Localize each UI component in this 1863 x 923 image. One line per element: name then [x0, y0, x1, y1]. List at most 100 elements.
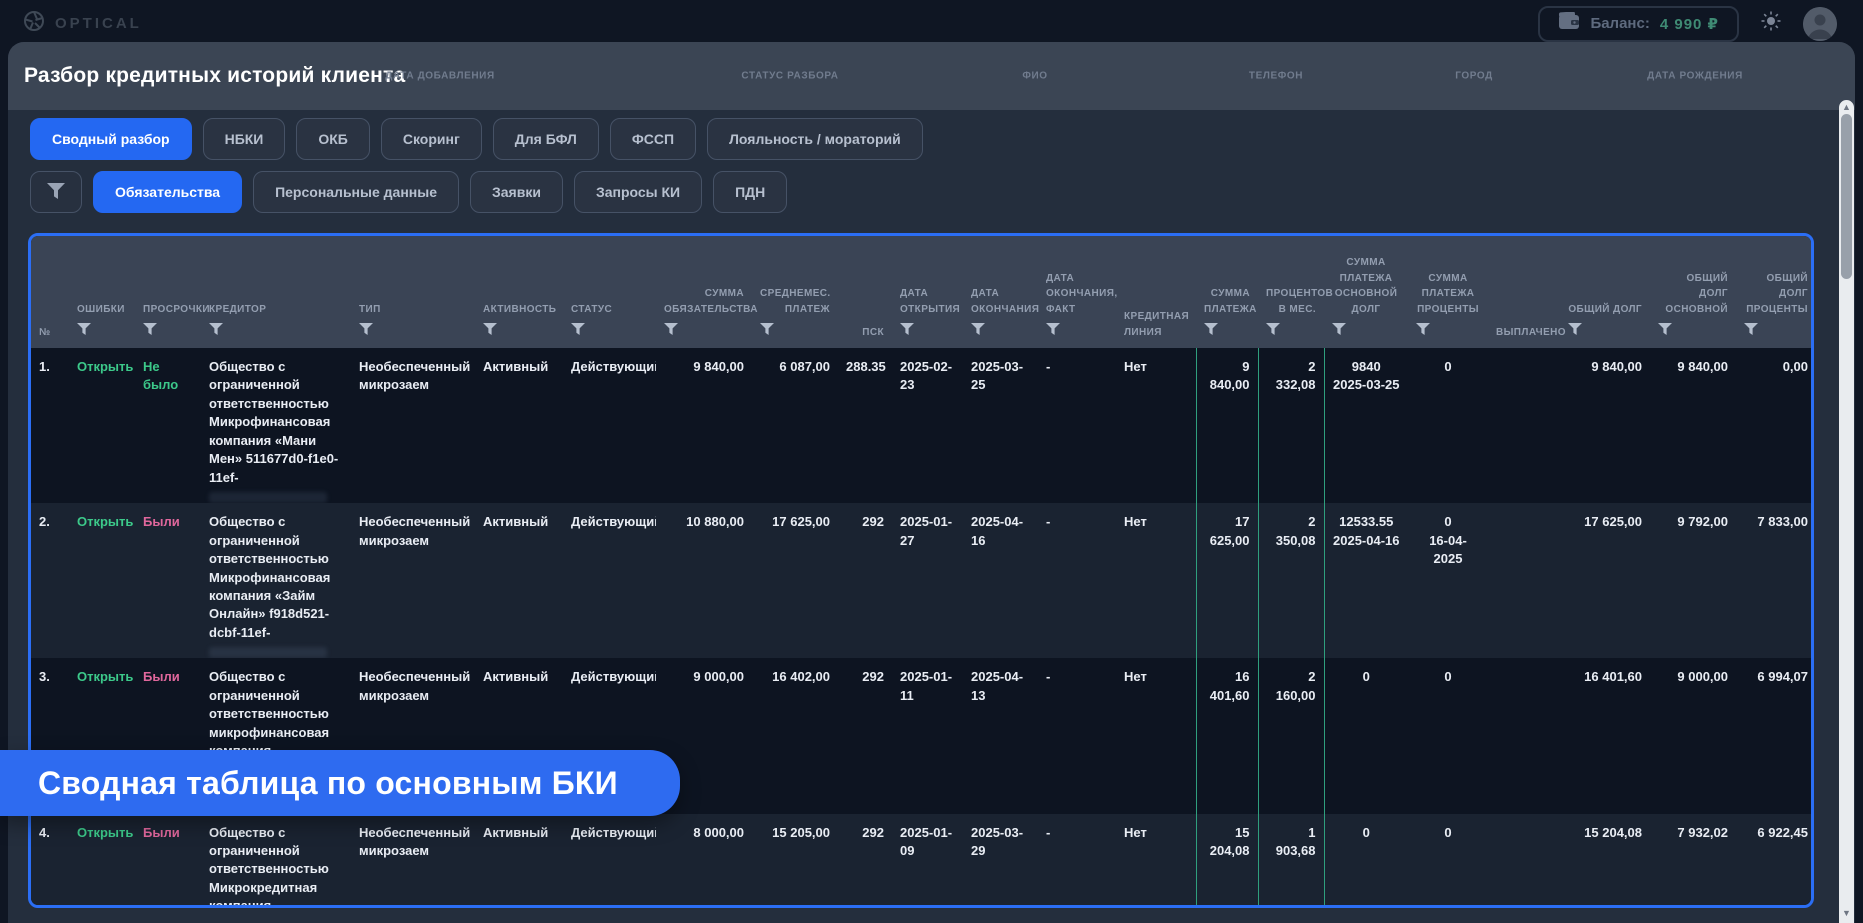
open-details-link[interactable]: Открыть [77, 825, 133, 840]
cell-payment-sum: 17 625,00 [1195, 503, 1259, 659]
cell-paid-out [1488, 658, 1560, 814]
cell-delinquencies: Не было [135, 348, 201, 504]
tab-zaprosy-ki[interactable]: Запросы КИ [573, 171, 703, 213]
cell-psk: 292 [838, 503, 892, 659]
cell-payment-principal: 0 [1324, 658, 1408, 814]
cell-activity: Активный [475, 503, 563, 659]
column-header-open-date: ДАТА ОТКРЫТИЯ [892, 236, 963, 348]
cell-end-date: 2025-03-29 [963, 813, 1038, 905]
cell-num: 4. [31, 813, 69, 905]
column-filter-funnel-icon[interactable] [571, 322, 648, 340]
scrollbar-up-arrow-icon[interactable]: ▲ [1839, 101, 1854, 113]
cell-errors: Открыть [69, 813, 135, 905]
column-header-type: ТИП [351, 236, 475, 348]
cell-end-date-fact: - [1038, 348, 1116, 504]
cell-total-debt-principal: 9 000,00 [1650, 658, 1736, 814]
scrollbar-thumb[interactable] [1841, 114, 1852, 279]
cell-type: Необеспеченный микрозаем [351, 348, 475, 504]
tab-nbki[interactable]: НБКИ [202, 118, 286, 160]
tab-obyazatelstva[interactable]: Обязательства [93, 171, 243, 213]
column-header-percent-month: ПРОЦЕНТОВ В МЕС. [1258, 236, 1333, 348]
cell-percent-month: 1 903,68 [1258, 813, 1325, 905]
column-filter-funnel-icon[interactable] [1046, 322, 1108, 340]
column-filter-funnel-icon[interactable] [143, 322, 193, 340]
column-header-end-date-fact: ДАТА ОКОНЧАНИЯ, ФАКТ [1038, 236, 1117, 348]
cell-total-debt-interest: 6 994,07 [1736, 658, 1811, 814]
tab-zayavki[interactable]: Заявки [469, 171, 563, 213]
cell-open-date: 2025-02-23 [892, 348, 963, 504]
cell-errors: Открыть [69, 348, 135, 504]
column-filter-funnel-icon[interactable] [971, 322, 1030, 340]
cell-payment-interest: 0 [1408, 348, 1488, 504]
column-filter-funnel-icon[interactable] [1266, 322, 1316, 340]
cell-obligation-sum: 9 840,00 [656, 348, 752, 504]
cell-payment-principal: 12533.55 2025-04-16 [1324, 503, 1408, 659]
tab-fssp[interactable]: ФССП [609, 118, 697, 160]
cell-total-debt-interest: 6 922,45 [1736, 813, 1811, 905]
cell-total-debt: 16 401,60 [1560, 658, 1650, 814]
topbar: OPTICAL Баланс: 4 990 ₽ [0, 0, 1863, 47]
tab-svodny-razbor[interactable]: Сводный разбор [30, 118, 192, 160]
balance-value: 4 990 ₽ [1659, 15, 1719, 33]
cell-credit-line: Нет [1116, 348, 1196, 504]
brand-name: OPTICAL [55, 15, 142, 32]
column-filter-funnel-icon[interactable] [359, 322, 467, 340]
column-filter-funnel-icon[interactable] [483, 322, 555, 340]
open-details-link[interactable]: Открыть [77, 514, 133, 529]
column-label: СУММА ПЛАТЕЖА [1204, 288, 1257, 315]
balance-chip[interactable]: Баланс: 4 990 ₽ [1538, 5, 1739, 42]
cell-psk: 288.35 [838, 348, 892, 504]
column-filter-funnel-icon[interactable] [1332, 322, 1400, 340]
scrollbar-down-arrow-icon[interactable]: ▼ [1839, 907, 1854, 919]
filter-button[interactable] [30, 171, 82, 213]
open-details-link[interactable]: Открыть [77, 359, 133, 374]
column-label: СРЕДНЕМЕС. ПЛАТЕЖ [760, 288, 831, 315]
column-label: ОБЩИЙ ДОЛГ [1568, 303, 1642, 315]
card-header: Разбор кредитных историй клиента ДАТА ДО… [8, 42, 1855, 110]
wallet-icon [1558, 11, 1580, 35]
column-filter-funnel-icon[interactable] [209, 322, 343, 340]
redacted-text [209, 492, 327, 504]
cell-open-date: 2025-01-09 [892, 813, 963, 905]
tab-dlya-bfl[interactable]: Для БФЛ [492, 118, 599, 160]
theme-toggle-sun-icon[interactable] [1761, 11, 1781, 36]
column-filter-funnel-icon[interactable] [900, 322, 955, 340]
cell-creditor: Общество с ограниченной ответственностью… [201, 348, 351, 504]
cell-payment-sum: 9 840,00 [1195, 348, 1259, 504]
column-filter-funnel-icon[interactable] [664, 322, 744, 340]
column-filter-funnel-icon[interactable] [1204, 322, 1250, 340]
cell-activity: Активный [475, 348, 563, 504]
list-column-label: ДАТА РОЖДЕНИЯ [1647, 70, 1743, 82]
column-filter-funnel-icon[interactable] [1416, 322, 1480, 340]
vertical-scrollbar[interactable]: ▲ ▼ [1839, 100, 1854, 923]
table-row: 2. Открыть Были Общество с ограниченной отв… [31, 503, 1811, 659]
cell-credit-line: Нет [1116, 813, 1196, 905]
user-avatar[interactable] [1803, 6, 1837, 41]
tab-okb[interactable]: ОКБ [296, 118, 370, 160]
column-filter-funnel-icon[interactable] [1744, 322, 1808, 340]
column-header-activity: АКТИВНОСТЬ [475, 236, 563, 348]
column-label: ДАТА ОТКРЫТИЯ [900, 288, 961, 315]
cell-paid-out [1488, 348, 1560, 504]
tab-pdn[interactable]: ПДН [713, 171, 788, 213]
column-filter-funnel-icon[interactable] [1658, 322, 1728, 340]
cell-end-date: 2025-04-16 [963, 503, 1038, 659]
tab-personalnye-dannye[interactable]: Персональные данные [253, 171, 459, 213]
tab-loyalnost-moratoriy[interactable]: Лояльность / мораторий [707, 118, 923, 160]
cell-avg-month-payment: 16 402,00 [752, 658, 838, 814]
column-header-delinquencies: ПРОСРОЧКИ [135, 236, 210, 348]
column-header-credit-line: КРЕДИТНАЯ ЛИНИЯ [1116, 236, 1196, 348]
table-row: 1. Открыть Не было Общество с ограниченной … [31, 348, 1811, 504]
cell-paid-out [1488, 813, 1560, 905]
cell-num: 1. [31, 348, 69, 504]
column-label: СУММА ПЛАТЕЖА ПРОЦЕНТЫ [1417, 272, 1479, 315]
column-filter-funnel-icon[interactable] [760, 322, 830, 340]
column-filter-funnel-icon[interactable] [77, 322, 127, 340]
cell-payment-interest: 0 16-04-2025 [1408, 503, 1488, 659]
open-details-link[interactable]: Открыть [77, 669, 133, 684]
page-title: Разбор кредитных историй клиента [24, 64, 406, 87]
column-header-total-debt-interest: ОБЩИЙ ДОЛГ ПРОЦЕНТЫ [1736, 236, 1811, 348]
tab-skoring[interactable]: Скоринг [380, 118, 482, 160]
column-filter-funnel-icon[interactable] [1568, 322, 1642, 340]
cell-percent-month: 2 332,08 [1258, 348, 1325, 504]
